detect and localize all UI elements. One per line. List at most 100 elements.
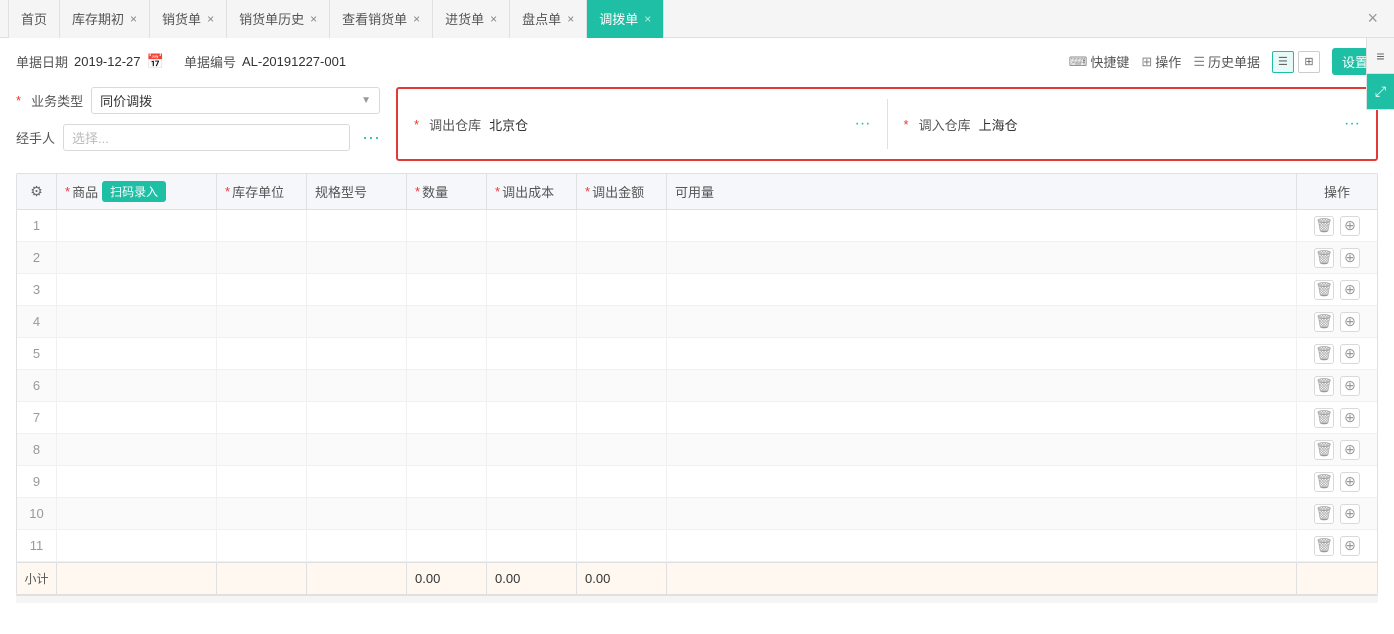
copy-row-icon[interactable]: ⊕ [1340, 408, 1360, 428]
td-spec[interactable] [307, 402, 407, 433]
td-unit[interactable] [217, 434, 307, 465]
td-spec[interactable] [307, 274, 407, 305]
td-spec[interactable] [307, 498, 407, 529]
td-cost[interactable] [487, 210, 577, 241]
copy-row-icon[interactable]: ⊕ [1340, 376, 1360, 396]
delete-row-icon[interactable]: 🗑 [1314, 536, 1334, 556]
handler-input[interactable]: 选择... [63, 124, 350, 151]
delete-row-icon[interactable]: 🗑 [1314, 344, 1334, 364]
td-cost[interactable] [487, 530, 577, 561]
td-cost[interactable] [487, 338, 577, 369]
td-unit[interactable] [217, 242, 307, 273]
td-product[interactable] [57, 338, 217, 369]
td-unit[interactable] [217, 498, 307, 529]
transfer-out-more-icon[interactable]: ··· [855, 115, 871, 133]
td-amount[interactable] [577, 338, 667, 369]
tab-sales-history[interactable]: 销货单历史 × [227, 0, 330, 38]
td-cost[interactable] [487, 370, 577, 401]
delete-row-icon[interactable]: 🗑 [1314, 472, 1334, 492]
tab-close-sales-order[interactable]: × [207, 12, 214, 26]
copy-row-icon[interactable]: ⊕ [1340, 280, 1360, 300]
td-amount[interactable] [577, 434, 667, 465]
td-qty[interactable] [407, 370, 487, 401]
td-amount[interactable] [577, 466, 667, 497]
copy-row-icon[interactable]: ⊕ [1340, 344, 1360, 364]
transfer-in-more-icon[interactable]: ··· [1344, 115, 1360, 133]
td-amount[interactable] [577, 530, 667, 561]
td-qty[interactable] [407, 274, 487, 305]
td-unit[interactable] [217, 402, 307, 433]
td-amount[interactable] [577, 402, 667, 433]
td-amount[interactable] [577, 210, 667, 241]
tab-inventory-count[interactable]: 盘点单 × [510, 0, 587, 38]
td-cost[interactable] [487, 306, 577, 337]
td-cost[interactable] [487, 242, 577, 273]
layout-grid-icon[interactable]: ⊞ [1298, 51, 1320, 73]
td-unit[interactable] [217, 370, 307, 401]
td-spec[interactable] [307, 370, 407, 401]
td-qty[interactable] [407, 306, 487, 337]
td-spec[interactable] [307, 306, 407, 337]
tab-close-transfer-order[interactable]: × [644, 12, 651, 26]
tab-close-purchase-order[interactable]: × [490, 12, 497, 26]
table-settings-icon[interactable]: ⚙ [17, 174, 57, 209]
sidebar-expand-button[interactable]: ⤢ [1367, 74, 1394, 110]
tab-close-view-sales[interactable]: × [413, 12, 420, 26]
copy-row-icon[interactable]: ⊕ [1340, 472, 1360, 492]
td-spec[interactable] [307, 434, 407, 465]
td-amount[interactable] [577, 242, 667, 273]
td-product[interactable] [57, 306, 217, 337]
delete-row-icon[interactable]: 🗑 [1314, 312, 1334, 332]
td-product[interactable] [57, 402, 217, 433]
tab-close-inventory-count[interactable]: × [567, 12, 574, 26]
td-unit[interactable] [217, 338, 307, 369]
delete-row-icon[interactable]: 🗑 [1314, 216, 1334, 236]
sidebar-doc-button[interactable]: ≡ [1367, 38, 1394, 74]
calendar-icon[interactable]: 📅 [147, 53, 164, 70]
delete-row-icon[interactable]: 🗑 [1314, 280, 1334, 300]
td-qty[interactable] [407, 338, 487, 369]
td-unit[interactable] [217, 210, 307, 241]
copy-row-icon[interactable]: ⊕ [1340, 504, 1360, 524]
tab-home[interactable]: 首页 [8, 0, 60, 38]
tab-close-inventory-init[interactable]: × [130, 12, 137, 26]
td-unit[interactable] [217, 530, 307, 561]
tab-purchase-order[interactable]: 进货单 × [433, 0, 510, 38]
td-qty[interactable] [407, 242, 487, 273]
td-spec[interactable] [307, 242, 407, 273]
shortcut-link[interactable]: ⌨ 快捷键 [1069, 52, 1130, 71]
td-spec[interactable] [307, 466, 407, 497]
copy-row-icon[interactable]: ⊕ [1340, 440, 1360, 460]
window-close-button[interactable]: × [1359, 8, 1386, 29]
delete-row-icon[interactable]: 🗑 [1314, 440, 1334, 460]
business-type-input[interactable]: 同价调拨 ▼ [91, 87, 380, 114]
td-spec[interactable] [307, 338, 407, 369]
td-qty[interactable] [407, 434, 487, 465]
copy-row-icon[interactable]: ⊕ [1340, 536, 1360, 556]
delete-row-icon[interactable]: 🗑 [1314, 376, 1334, 396]
td-unit[interactable] [217, 274, 307, 305]
td-product[interactable] [57, 242, 217, 273]
copy-row-icon[interactable]: ⊕ [1340, 312, 1360, 332]
td-amount[interactable] [577, 274, 667, 305]
tab-sales-order[interactable]: 销货单 × [150, 0, 227, 38]
td-amount[interactable] [577, 306, 667, 337]
td-qty[interactable] [407, 402, 487, 433]
copy-row-icon[interactable]: ⊕ [1340, 248, 1360, 268]
tab-close-sales-history[interactable]: × [310, 12, 317, 26]
td-product[interactable] [57, 466, 217, 497]
operations-link[interactable]: ⊞ 操作 [1141, 52, 1181, 71]
scrollbar-area[interactable] [16, 595, 1378, 603]
td-cost[interactable] [487, 434, 577, 465]
td-unit[interactable] [217, 466, 307, 497]
td-cost[interactable] [487, 402, 577, 433]
history-link[interactable]: ☰ 历史单据 [1193, 52, 1260, 71]
td-qty[interactable] [407, 530, 487, 561]
td-unit[interactable] [217, 306, 307, 337]
td-qty[interactable] [407, 466, 487, 497]
td-amount[interactable] [577, 498, 667, 529]
td-qty[interactable] [407, 498, 487, 529]
copy-row-icon[interactable]: ⊕ [1340, 216, 1360, 236]
td-amount[interactable] [577, 370, 667, 401]
td-qty[interactable] [407, 210, 487, 241]
